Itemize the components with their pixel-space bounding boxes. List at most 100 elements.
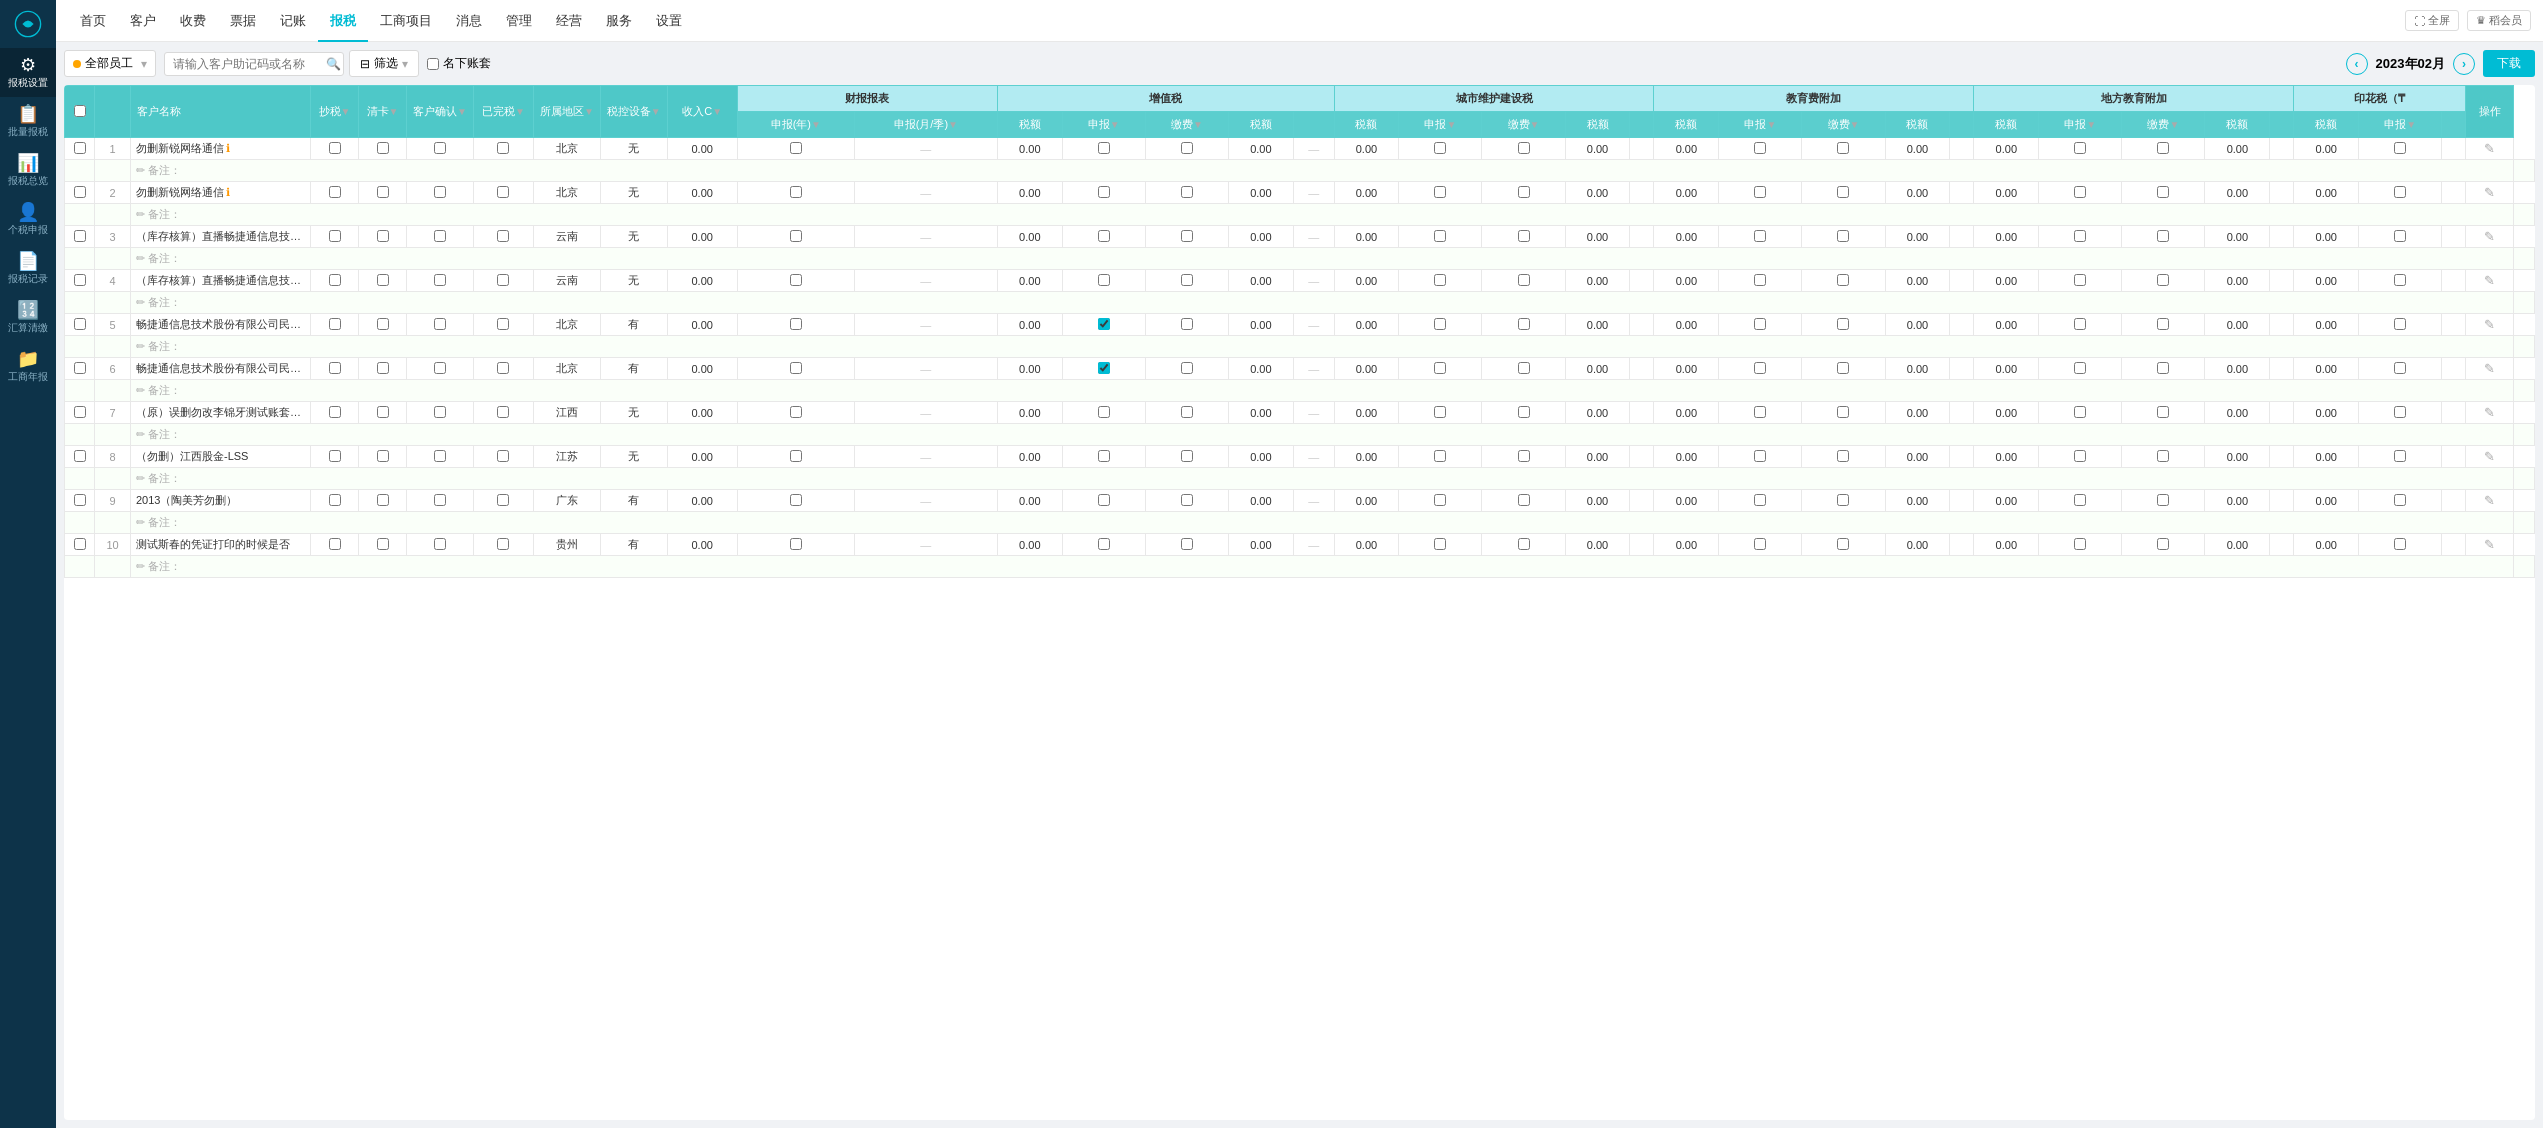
row-edit[interactable]: ✎: [2466, 138, 2514, 160]
row-vat-pay[interactable]: [1145, 138, 1228, 160]
edu-pay-checkbox[interactable]: [1837, 538, 1849, 550]
row-city-report[interactable]: [1399, 402, 1482, 424]
th-revenue[interactable]: 收入C▼: [667, 86, 737, 138]
completed-checkbox[interactable]: [497, 538, 509, 550]
edu-pay-checkbox[interactable]: [1837, 274, 1849, 286]
vat-report-checkbox[interactable]: [1098, 230, 1110, 242]
row-fin-year[interactable]: [737, 182, 854, 204]
row-local-report[interactable]: [2039, 358, 2122, 380]
chaosui-checkbox[interactable]: [329, 186, 341, 198]
row-stamp-report[interactable]: [2359, 490, 2442, 512]
fin-year-checkbox[interactable]: [790, 406, 802, 418]
row-city-report[interactable]: [1399, 182, 1482, 204]
edu-report-checkbox[interactable]: [1754, 538, 1766, 550]
confirm-checkbox[interactable]: [434, 318, 446, 330]
row-edu-report[interactable]: [1719, 534, 1802, 556]
city-pay-checkbox[interactable]: [1518, 274, 1530, 286]
edu-report-checkbox[interactable]: [1754, 230, 1766, 242]
stamp-report-checkbox[interactable]: [2394, 538, 2406, 550]
row-completed[interactable]: [473, 182, 533, 204]
row-edu-report[interactable]: [1719, 402, 1802, 424]
row-local-report[interactable]: [2039, 270, 2122, 292]
row-qingka[interactable]: [359, 226, 407, 248]
th-stamp-report[interactable]: 申报▼: [2359, 112, 2442, 138]
stamp-report-checkbox[interactable]: [2394, 142, 2406, 154]
row-local-pay[interactable]: [2122, 358, 2205, 380]
edu-report-checkbox[interactable]: [1754, 362, 1766, 374]
nav-manage[interactable]: 管理: [494, 0, 544, 42]
edit-icon[interactable]: ✎: [2484, 185, 2495, 200]
local-report-checkbox[interactable]: [2074, 186, 2086, 198]
th-city-report[interactable]: 申报▼: [1399, 112, 1482, 138]
fin-year-checkbox[interactable]: [790, 274, 802, 286]
local-report-checkbox[interactable]: [2074, 362, 2086, 374]
row-checkbox-cell[interactable]: [65, 270, 95, 292]
row-local-report[interactable]: [2039, 182, 2122, 204]
row-local-report[interactable]: [2039, 402, 2122, 424]
stamp-report-checkbox[interactable]: [2394, 362, 2406, 374]
row-checkbox[interactable]: [74, 274, 86, 286]
row-checkbox[interactable]: [74, 186, 86, 198]
row-confirm[interactable]: [407, 226, 474, 248]
row-chaosui[interactable]: [311, 182, 359, 204]
row-city-report[interactable]: [1399, 490, 1482, 512]
local-report-checkbox[interactable]: [2074, 318, 2086, 330]
row-edit[interactable]: ✎: [2466, 446, 2514, 468]
row-confirm[interactable]: [407, 490, 474, 512]
row-edit[interactable]: ✎: [2466, 534, 2514, 556]
city-pay-checkbox[interactable]: [1518, 318, 1530, 330]
row-qingka[interactable]: [359, 534, 407, 556]
nav-service[interactable]: 服务: [594, 0, 644, 42]
sidebar-item-baoshuijilu[interactable]: 📄 报税记录: [0, 244, 56, 293]
sidebar-item-huisuanqingjiao[interactable]: 🔢 汇算清缴: [0, 293, 56, 342]
row-city-report[interactable]: [1399, 534, 1482, 556]
row-checkbox[interactable]: [74, 362, 86, 374]
local-report-checkbox[interactable]: [2074, 230, 2086, 242]
qingka-checkbox[interactable]: [377, 230, 389, 242]
row-confirm[interactable]: [407, 182, 474, 204]
row-local-pay[interactable]: [2122, 138, 2205, 160]
row-qingka[interactable]: [359, 446, 407, 468]
row-confirm[interactable]: [407, 138, 474, 160]
row-stamp-report[interactable]: [2359, 226, 2442, 248]
row-stamp-report[interactable]: [2359, 138, 2442, 160]
local-report-checkbox[interactable]: [2074, 494, 2086, 506]
completed-checkbox[interactable]: [497, 450, 509, 462]
row-checkbox-cell[interactable]: [65, 446, 95, 468]
row-edit[interactable]: ✎: [2466, 182, 2514, 204]
city-report-checkbox[interactable]: [1434, 494, 1446, 506]
row-qingka[interactable]: [359, 490, 407, 512]
vat-pay-checkbox[interactable]: [1181, 142, 1193, 154]
row-checkbox-cell[interactable]: [65, 138, 95, 160]
row-confirm[interactable]: [407, 358, 474, 380]
th-edu-report[interactable]: 申报▼: [1719, 112, 1802, 138]
row-fin-year[interactable]: [737, 226, 854, 248]
edu-pay-checkbox[interactable]: [1837, 494, 1849, 506]
row-checkbox-cell[interactable]: [65, 402, 95, 424]
row-city-pay[interactable]: [1482, 358, 1565, 380]
edu-pay-checkbox[interactable]: [1837, 186, 1849, 198]
completed-checkbox[interactable]: [497, 274, 509, 286]
row-edit[interactable]: ✎: [2466, 270, 2514, 292]
row-edu-report[interactable]: [1719, 226, 1802, 248]
chaosui-checkbox[interactable]: [329, 538, 341, 550]
edit-icon[interactable]: ✎: [2484, 361, 2495, 376]
city-pay-checkbox[interactable]: [1518, 450, 1530, 462]
nav-invoice[interactable]: 票据: [218, 0, 268, 42]
row-vat-report[interactable]: [1062, 138, 1145, 160]
row-vat-pay[interactable]: [1145, 446, 1228, 468]
row-edu-pay[interactable]: [1802, 182, 1885, 204]
row-checkbox-cell[interactable]: [65, 314, 95, 336]
row-vat-pay[interactable]: [1145, 270, 1228, 292]
fin-year-checkbox[interactable]: [790, 538, 802, 550]
local-report-checkbox[interactable]: [2074, 538, 2086, 550]
completed-checkbox[interactable]: [497, 142, 509, 154]
th-device[interactable]: 税控设备▼: [600, 86, 667, 138]
row-checkbox[interactable]: [74, 318, 86, 330]
next-month-button[interactable]: ›: [2453, 53, 2475, 75]
edit-icon[interactable]: ✎: [2484, 537, 2495, 552]
row-checkbox-cell[interactable]: [65, 358, 95, 380]
qingka-checkbox[interactable]: [377, 450, 389, 462]
row-city-report[interactable]: [1399, 446, 1482, 468]
row-completed[interactable]: [473, 138, 533, 160]
